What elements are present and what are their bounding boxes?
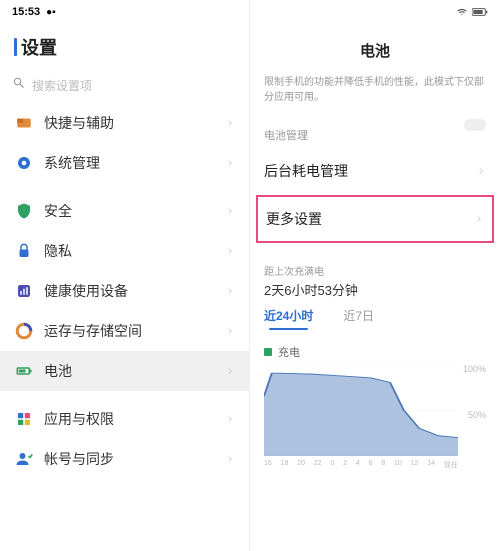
sidebar-item-security[interactable]: 安全 [0, 191, 249, 231]
chevron-right-icon [225, 155, 235, 171]
storage-icon [14, 321, 34, 341]
chevron-right-icon [476, 163, 486, 179]
chevron-right-icon [225, 323, 235, 339]
row-more-settings[interactable]: 更多设置 [256, 195, 494, 243]
chart-y-labels: 100% 50% [460, 364, 486, 456]
legend-label: 充电 [278, 344, 300, 360]
row-label: 后台耗电管理 [264, 161, 476, 181]
status-bar: 15:53 ●▪ [0, 0, 249, 24]
section-header: 电池管理 [250, 113, 500, 151]
sidebar-item-account[interactable]: 帐号与同步 [0, 439, 249, 479]
chevron-right-icon [225, 243, 235, 259]
account-icon [14, 449, 34, 469]
chevron-right-icon [225, 283, 235, 299]
search-placeholder: 搜索设置项 [32, 77, 92, 94]
sidebar-item-label: 运存与存储空间 [44, 321, 225, 341]
sidebar-item-label: 快捷与辅助 [44, 113, 225, 133]
sidebar-item-battery[interactable]: 电池 [0, 351, 249, 391]
sidebar-item-apps[interactable]: 应用与权限 [0, 399, 249, 439]
shield-icon [14, 201, 34, 221]
status-icons [456, 7, 488, 17]
sidebar-item-privacy[interactable]: 隐私 [0, 231, 249, 271]
status-bar-right [250, 0, 500, 24]
chart-legend: 充电 [250, 338, 500, 364]
sidebar-item-wellbeing[interactable]: 健康使用设备 [0, 271, 249, 311]
sidebar-item-storage[interactable]: 运存与存储空间 [0, 311, 249, 351]
battery-chart: 100% 50% 16 18 20 22 0 2 4 6 8 10 12 [264, 364, 486, 474]
row-background-power[interactable]: 后台耗电管理 [250, 151, 500, 191]
chart-x-labels: 16 18 20 22 0 2 4 6 8 10 12 14 现在 [264, 460, 458, 474]
chevron-right-icon [474, 211, 484, 227]
sidebar-item-label: 帐号与同步 [44, 449, 225, 469]
sidebar-item-label: 隐私 [44, 241, 225, 261]
page-title: 设置 [21, 34, 57, 60]
since-charge-label: 距上次充满电 [250, 247, 500, 278]
mode-switch[interactable] [464, 119, 486, 131]
gear-icon [14, 153, 34, 173]
chevron-right-icon [225, 363, 235, 379]
search-icon [12, 76, 26, 95]
status-time: 15:53 [12, 6, 40, 18]
since-charge-value: 2天6小时53分钟 [250, 278, 500, 307]
status-camera-icon: ●▪ [46, 7, 56, 18]
lock-icon [14, 241, 34, 261]
wifi-icon [456, 7, 468, 17]
chevron-right-icon [225, 451, 235, 467]
row-label: 更多设置 [266, 209, 474, 229]
time-range-tabs: 近24小时 近7日 [250, 307, 500, 330]
mode-description: 限制手机的功能并降低手机的性能，此模式下仅部分应用可用。 [250, 75, 500, 113]
sidebar-item-label: 系统管理 [44, 153, 225, 173]
sidebar-item-system[interactable]: 系统管理 [0, 143, 249, 183]
sidebar-item-label: 安全 [44, 201, 225, 221]
settings-list: 快捷与辅助 系统管理 安全 隐私 健康使用设备 运存与存储空间 [0, 103, 249, 551]
sidebar-item-label: 电池 [44, 361, 225, 381]
detail-title: 电池 [250, 24, 500, 75]
chart-area [264, 364, 458, 456]
sidebar-item-label: 应用与权限 [44, 409, 225, 429]
chevron-right-icon [225, 203, 235, 219]
apps-icon [14, 409, 34, 429]
accent-bar [14, 38, 17, 56]
wellbeing-icon [14, 281, 34, 301]
tab-24h[interactable]: 近24小时 [264, 307, 313, 330]
search-input[interactable]: 搜索设置项 [10, 76, 239, 95]
tab-7d[interactable]: 近7日 [343, 307, 374, 330]
chevron-right-icon [225, 115, 235, 131]
page-title-row: 设置 [0, 24, 249, 70]
legend-dot-icon [264, 348, 272, 356]
shortcut-icon [14, 113, 34, 133]
battery-status-icon [472, 7, 488, 17]
battery-icon [14, 361, 34, 381]
sidebar-item-label: 健康使用设备 [44, 281, 225, 301]
sidebar-item-shortcut[interactable]: 快捷与辅助 [0, 103, 249, 143]
chevron-right-icon [225, 411, 235, 427]
